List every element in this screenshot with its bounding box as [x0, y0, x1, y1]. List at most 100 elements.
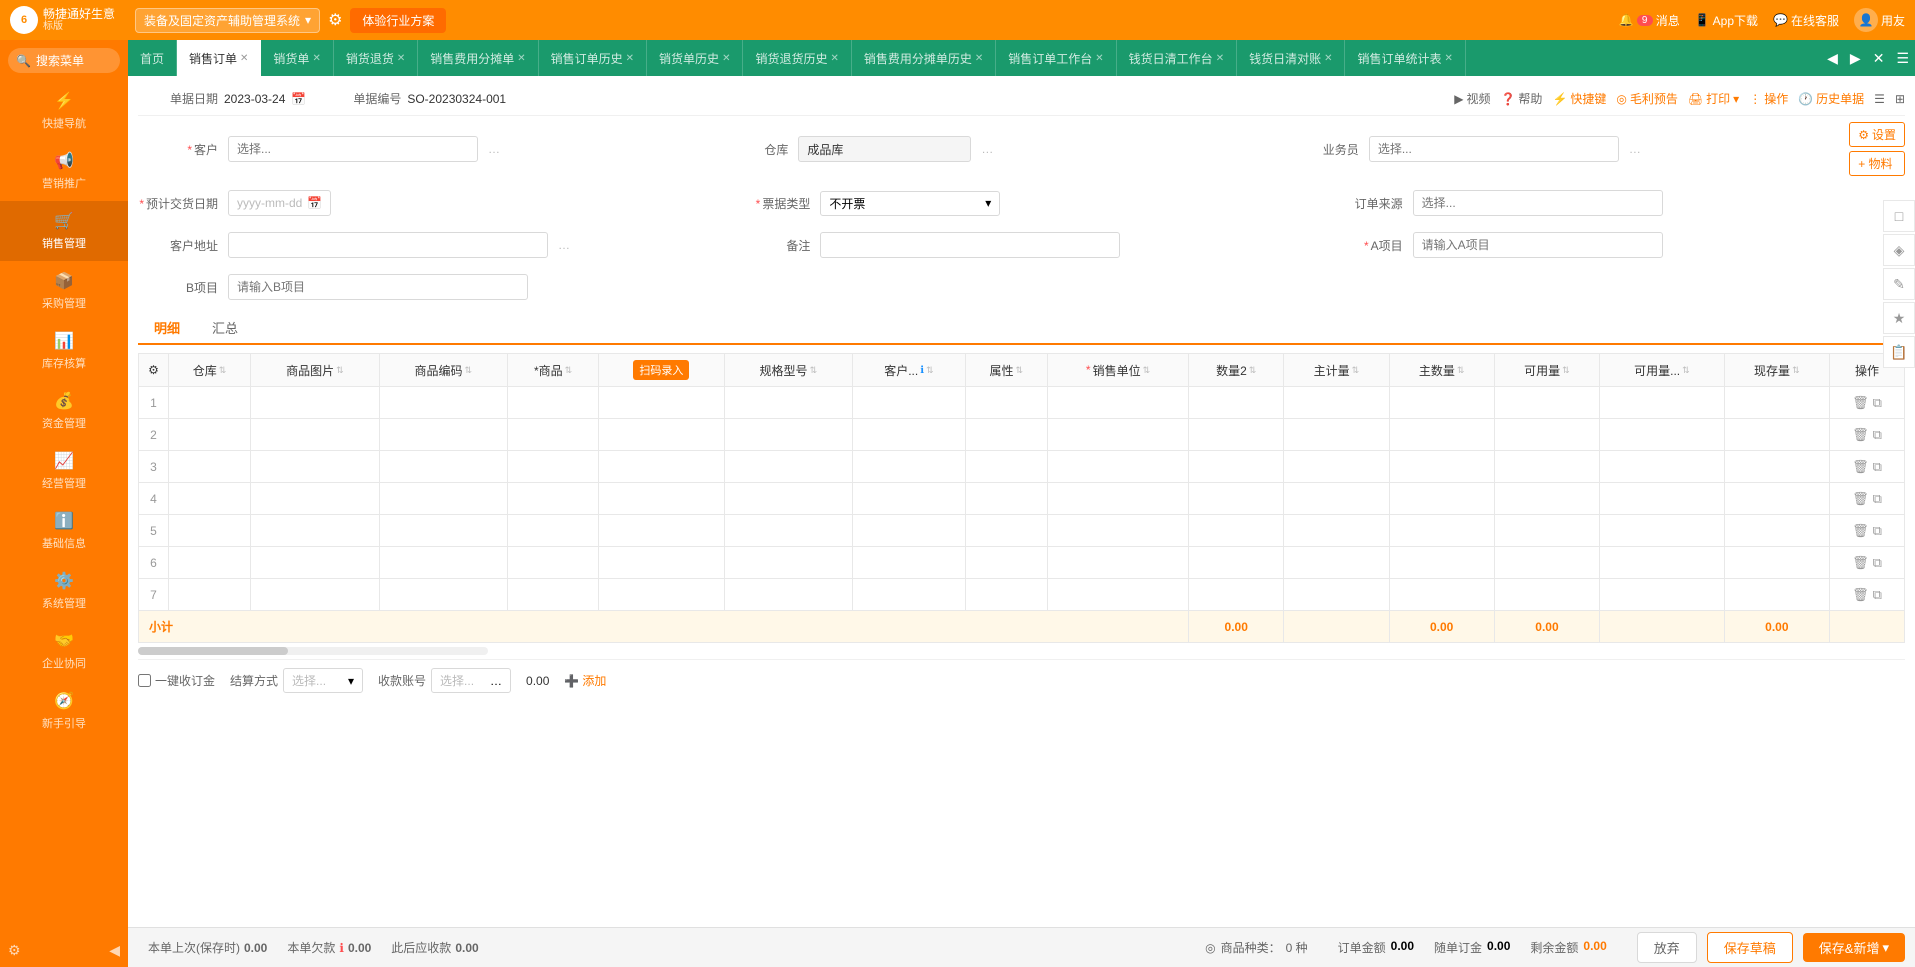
- tab-order-workbench[interactable]: 销售订单工作台 ✕: [996, 40, 1116, 76]
- row-copy-icon[interactable]: ⧉: [1873, 587, 1882, 603]
- tab-detail[interactable]: 明细: [138, 312, 196, 345]
- sidebar-item-marketing[interactable]: 📢 营销推广: [0, 141, 128, 201]
- bank-account-select[interactable]: 选择... …: [431, 668, 511, 693]
- tab-prev-btn[interactable]: ◀: [1821, 50, 1844, 67]
- tab-cash-reconcile[interactable]: 钱货日清对账 ✕: [1237, 40, 1345, 76]
- history-btn[interactable]: 🕐 历史单据: [1798, 90, 1864, 107]
- row-delete-icon[interactable]: 🗑: [1852, 459, 1869, 475]
- customer-more-btn[interactable]: …: [488, 142, 500, 156]
- business-input[interactable]: [1369, 136, 1619, 162]
- tab-fee-history[interactable]: 销售费用分摊单历史 ✕: [852, 40, 996, 76]
- sidebar-item-collab[interactable]: 🤝 企业协同: [0, 621, 128, 681]
- discard-btn[interactable]: 放弃: [1637, 932, 1697, 963]
- shortcut-btn[interactable]: ⚡ 快捷键: [1552, 90, 1606, 107]
- tab-close-fee-history[interactable]: ✕: [975, 53, 983, 64]
- address-more-btn[interactable]: …: [558, 238, 570, 252]
- layout-grid-btn[interactable]: ⊞: [1895, 92, 1905, 106]
- sidebar-item-sales[interactable]: 🛒 销售管理: [0, 201, 128, 261]
- tab-close-sales-stats[interactable]: ✕: [1445, 53, 1453, 64]
- profit-btn[interactable]: ◎ 毛利预告: [1616, 90, 1678, 107]
- tab-close-sales-return[interactable]: ✕: [397, 53, 405, 64]
- one-click-collect-checkbox[interactable]: 一键收订金: [138, 672, 215, 689]
- settings-icon[interactable]: ⚙: [328, 10, 342, 30]
- customer-address-input[interactable]: [228, 232, 548, 258]
- row-copy-icon[interactable]: ⧉: [1873, 427, 1882, 443]
- row-copy-icon[interactable]: ⧉: [1873, 523, 1882, 539]
- sidebar-item-purchase[interactable]: 📦 采购管理: [0, 261, 128, 321]
- warehouse-more-btn[interactable]: …: [981, 142, 993, 156]
- help-btn[interactable]: ❓ 帮助: [1500, 90, 1542, 107]
- one-click-collect-input[interactable]: [138, 674, 151, 687]
- sidebar-item-system[interactable]: ⚙️ 系统管理: [0, 561, 128, 621]
- tab-sales-return[interactable]: 销货退货 ✕: [334, 40, 418, 76]
- payment-method-select[interactable]: 选择... ▾: [283, 668, 363, 693]
- row-delete-icon[interactable]: 🗑: [1852, 555, 1869, 571]
- tab-close-cash-workbench[interactable]: ✕: [1216, 53, 1224, 64]
- draft-btn[interactable]: 保存草稿: [1707, 932, 1793, 963]
- sidebar-item-quick-nav[interactable]: ⚡ 快捷导航: [0, 81, 128, 141]
- row-copy-icon[interactable]: ⧉: [1873, 395, 1882, 411]
- sidebar-item-inventory[interactable]: 📊 库存核算: [0, 321, 128, 381]
- tab-close-sales-order[interactable]: ✕: [240, 53, 248, 64]
- sidebar-item-finance[interactable]: 💰 资金管理: [0, 381, 128, 441]
- warehouse-input[interactable]: [798, 136, 971, 162]
- tab-close-invoice-history[interactable]: ✕: [722, 53, 730, 64]
- industry-btn[interactable]: 体验行业方案: [350, 8, 446, 33]
- row-copy-icon[interactable]: ⧉: [1873, 491, 1882, 507]
- tab-next-btn[interactable]: ▶: [1844, 50, 1867, 67]
- expected-date-input[interactable]: yyyy-mm-dd 📅: [228, 190, 331, 216]
- tab-cash-workbench[interactable]: 钱货日清工作台 ✕: [1117, 40, 1237, 76]
- customer-input[interactable]: [228, 136, 478, 162]
- table-scrollbar[interactable]: [138, 647, 488, 655]
- invoice-type-select[interactable]: 不开票 ▾: [820, 191, 1000, 216]
- view-btn[interactable]: ▶ 视频: [1454, 90, 1490, 107]
- row-delete-icon[interactable]: 🗑: [1852, 395, 1869, 411]
- tab-close-return-history[interactable]: ✕: [830, 53, 838, 64]
- tab-close-order-workbench[interactable]: ✕: [1095, 53, 1103, 64]
- messages-btn[interactable]: 🔔 9 消息: [1619, 12, 1680, 29]
- a-project-input[interactable]: [1413, 232, 1663, 258]
- right-toolbar-btn-5[interactable]: 📋: [1883, 336, 1915, 368]
- right-toolbar-btn-3[interactable]: ✎: [1883, 268, 1915, 300]
- order-source-input[interactable]: [1413, 190, 1663, 216]
- tab-close-sales-fee[interactable]: ✕: [517, 53, 525, 64]
- tab-close-sales-order-history[interactable]: ✕: [626, 53, 634, 64]
- user-btn[interactable]: 👤 用友: [1854, 8, 1905, 32]
- business-more-btn[interactable]: …: [1629, 142, 1641, 156]
- column-settings-icon[interactable]: ⚙: [148, 363, 159, 377]
- app-download-btn[interactable]: 📱 App下载: [1695, 12, 1758, 29]
- sidebar-item-basic-info[interactable]: ℹ️ 基础信息: [0, 501, 128, 561]
- settings-small-btn[interactable]: ⚙ 设置: [1849, 122, 1905, 147]
- sidebar-item-guide[interactable]: 🧭 新手引导: [0, 681, 128, 741]
- operation-btn[interactable]: ⋮ 操作: [1749, 90, 1788, 107]
- tab-sales-invoice[interactable]: 销货单 ✕: [261, 40, 333, 76]
- add-amount-btn[interactable]: ➕ 添加: [564, 672, 606, 689]
- row-copy-icon[interactable]: ⧉: [1873, 459, 1882, 475]
- tab-return-history[interactable]: 销货退货历史 ✕: [743, 40, 851, 76]
- tab-close-sales-invoice[interactable]: ✕: [312, 53, 320, 64]
- tab-sales-fee[interactable]: 销售费用分摊单 ✕: [418, 40, 538, 76]
- save-new-dropdown-icon[interactable]: ▾: [1882, 940, 1889, 956]
- th-settings[interactable]: ⚙: [139, 354, 169, 387]
- sidebar-item-operation[interactable]: 📈 经营管理: [0, 441, 128, 501]
- right-toolbar-btn-1[interactable]: □: [1883, 200, 1915, 232]
- sidebar-settings-btn[interactable]: ⚙: [8, 942, 21, 959]
- tab-menu-btn[interactable]: ☰: [1890, 50, 1915, 67]
- layout-list-btn[interactable]: ☰: [1874, 92, 1885, 106]
- print-btn[interactable]: 🖨 打印 ▾: [1688, 90, 1739, 107]
- row-copy-icon[interactable]: ⧉: [1873, 555, 1882, 571]
- sidebar-search[interactable]: 🔍 搜索菜单: [0, 40, 128, 81]
- tab-sales-stats[interactable]: 销售订单统计表 ✕: [1345, 40, 1465, 76]
- system-selector[interactable]: 装备及固定资产辅助管理系统 ▾: [135, 8, 320, 33]
- tab-close-cash-reconcile[interactable]: ✕: [1324, 53, 1332, 64]
- row-delete-icon[interactable]: 🗑: [1852, 491, 1869, 507]
- online-support-btn[interactable]: 💬 在线客服: [1773, 12, 1839, 29]
- row-delete-icon[interactable]: 🗑: [1852, 523, 1869, 539]
- scrollbar-thumb[interactable]: [138, 647, 288, 655]
- right-toolbar-btn-2[interactable]: ◈: [1883, 234, 1915, 266]
- b-project-input[interactable]: [228, 274, 528, 300]
- tab-summary[interactable]: 汇总: [196, 312, 254, 343]
- add-material-btn[interactable]: + 物料: [1849, 151, 1905, 176]
- expected-date-icon[interactable]: 📅: [307, 196, 322, 210]
- tab-home[interactable]: 首页: [128, 40, 177, 76]
